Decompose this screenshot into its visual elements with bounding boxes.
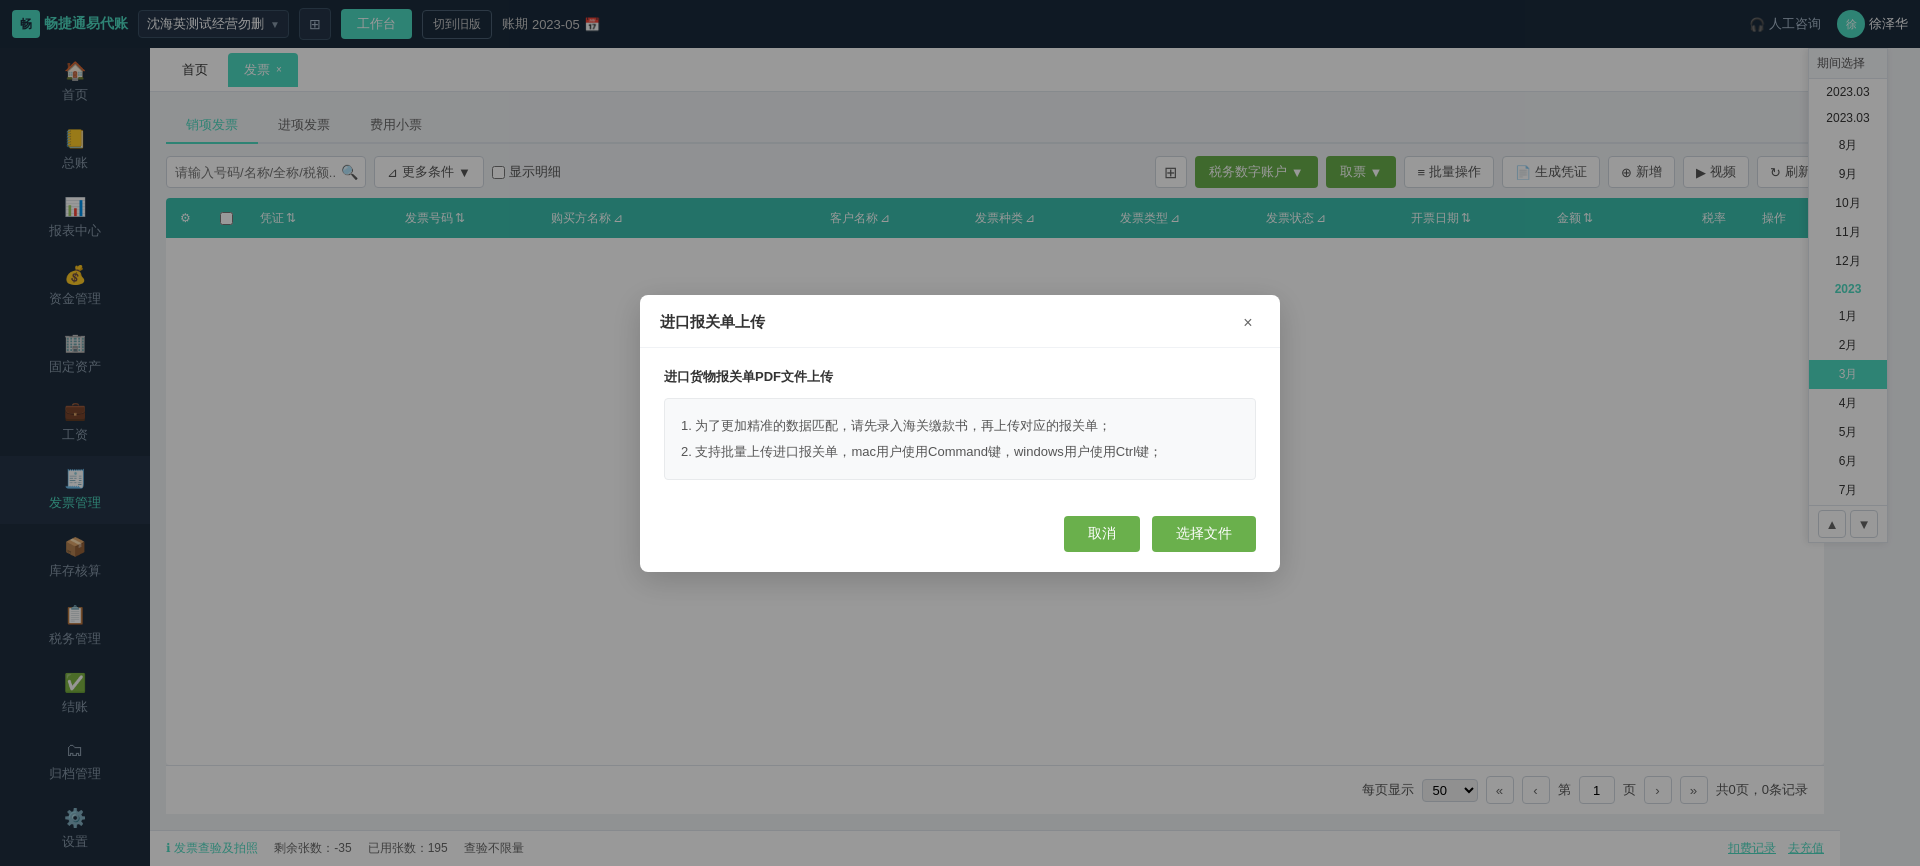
dialog-info-box: 1. 为了更加精准的数据匹配，请先录入海关缴款书，再上传对应的报关单； 2. 支… bbox=[664, 398, 1256, 480]
dialog-header: 进口报关单上传 × bbox=[640, 295, 1280, 348]
dialog-section-title: 进口货物报关单PDF文件上传 bbox=[664, 368, 1256, 386]
dialog-close-button[interactable]: × bbox=[1236, 311, 1260, 335]
dialog-info-item-1: 1. 为了更加精准的数据匹配，请先录入海关缴款书，再上传对应的报关单； bbox=[681, 413, 1239, 439]
dialog-select-file-button[interactable]: 选择文件 bbox=[1152, 516, 1256, 552]
dialog-cancel-button[interactable]: 取消 bbox=[1064, 516, 1140, 552]
dialog-body: 进口货物报关单PDF文件上传 1. 为了更加精准的数据匹配，请先录入海关缴款书，… bbox=[640, 348, 1280, 500]
dialog-title: 进口报关单上传 bbox=[660, 313, 765, 332]
dialog-overlay[interactable]: 进口报关单上传 × 进口货物报关单PDF文件上传 1. 为了更加精准的数据匹配，… bbox=[0, 0, 1920, 866]
dialog-footer: 取消 选择文件 bbox=[640, 500, 1280, 572]
import-customs-dialog: 进口报关单上传 × 进口货物报关单PDF文件上传 1. 为了更加精准的数据匹配，… bbox=[640, 295, 1280, 572]
dialog-info-item-2: 2. 支持批量上传进口报关单，mac用户使用Command键，windows用户… bbox=[681, 439, 1239, 465]
